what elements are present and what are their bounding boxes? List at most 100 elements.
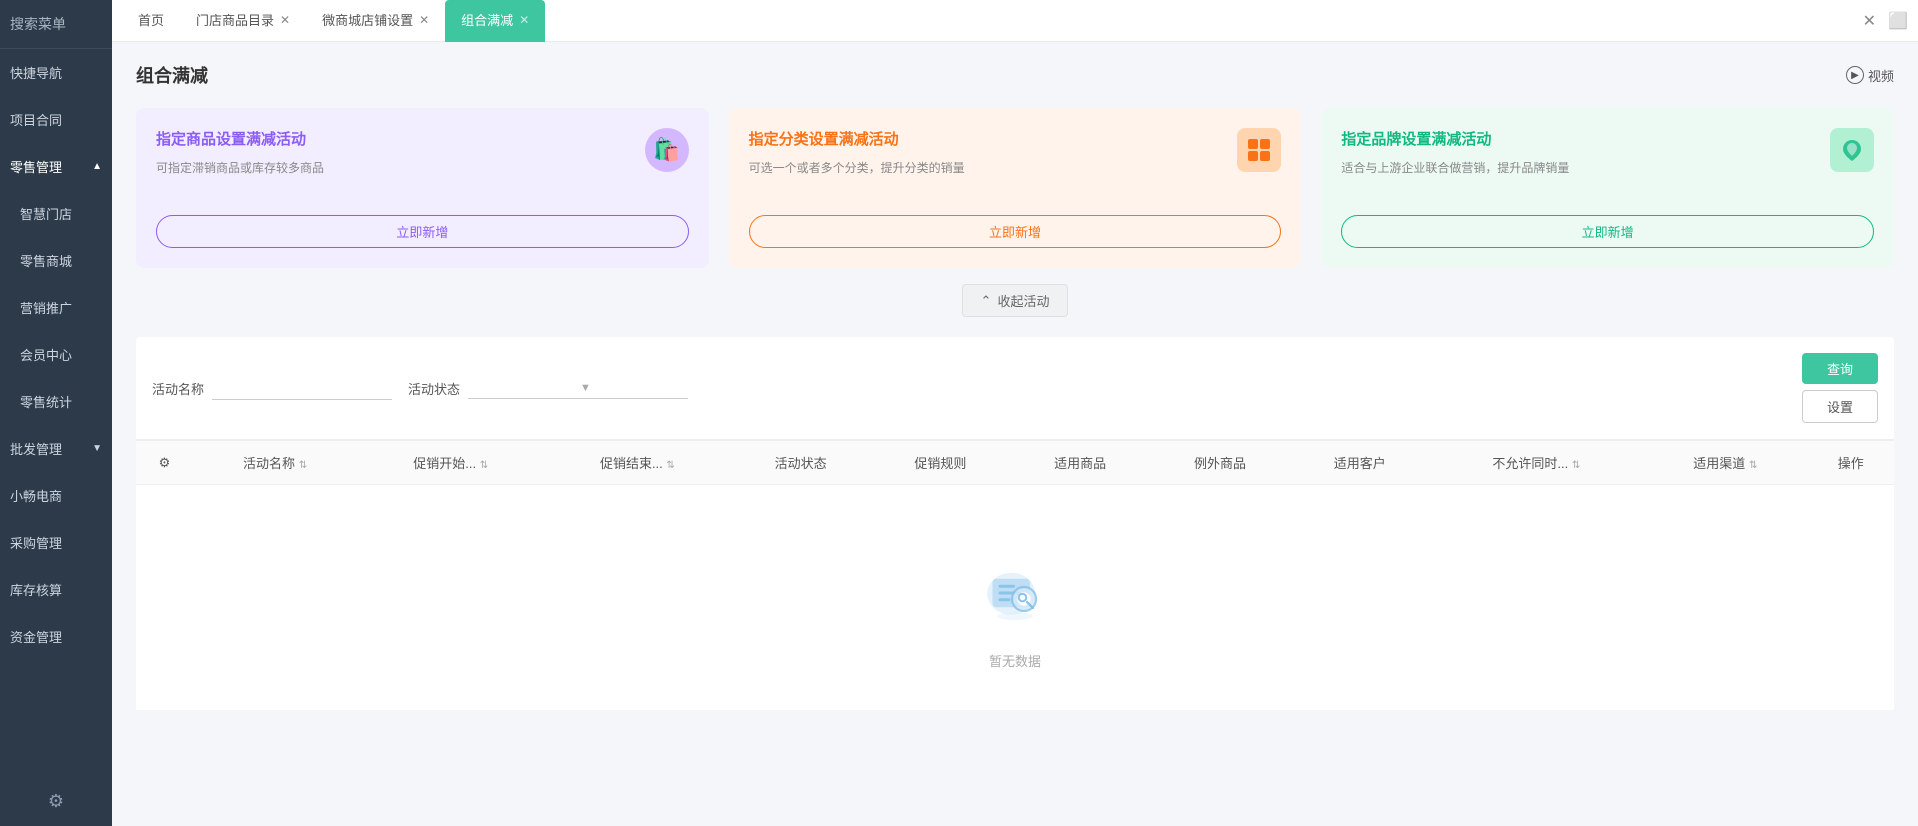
search-bar: 活动名称 活动状态 ▼ 查询 设置 bbox=[136, 337, 1894, 440]
gear-icon: ⚙ bbox=[159, 455, 171, 470]
sidebar: 搜索菜单 快捷导航 项目合同 零售管理 ▲ 智慧门店 零售商城 营销推广 会员中… bbox=[0, 0, 112, 826]
activity-status-label: 活动状态 bbox=[408, 379, 460, 398]
col-label: 例外商品 bbox=[1194, 456, 1246, 471]
brand-card-add-button[interactable]: 立即新增 bbox=[1341, 215, 1874, 248]
sidebar-item-label: 批发管理 bbox=[10, 439, 62, 458]
gear-icon: ⚙ bbox=[48, 791, 64, 812]
sort-icon: ⇅ bbox=[1749, 460, 1757, 471]
col-no-concurrent[interactable]: 不允许同时... ⇅ bbox=[1430, 441, 1643, 485]
col-label: 适用客户 bbox=[1334, 456, 1386, 471]
col-applicable-goods: 适用商品 bbox=[1010, 441, 1150, 485]
collapse-button[interactable]: ⌃ 收起活动 bbox=[962, 284, 1069, 317]
tab-product-catalog[interactable]: 门店商品目录 ✕ bbox=[180, 0, 306, 42]
tab-label: 首页 bbox=[138, 10, 164, 29]
col-label: 促销结束... bbox=[600, 456, 663, 471]
sidebar-item-caigou[interactable]: 采购管理 bbox=[0, 519, 112, 566]
activity-status-select[interactable]: ▼ bbox=[468, 378, 688, 399]
col-promo-start[interactable]: 促销开始... ⇅ bbox=[357, 441, 544, 485]
tab-combo-discount[interactable]: 组合满减 ✕ bbox=[445, 0, 545, 42]
col-label: 促销开始... bbox=[413, 456, 476, 471]
sidebar-settings[interactable]: ⚙ bbox=[0, 777, 112, 826]
close-icon[interactable]: ✕ bbox=[419, 13, 429, 27]
col-activity-name[interactable]: 活动名称 ⇅ bbox=[193, 441, 357, 485]
query-button[interactable]: 查询 bbox=[1802, 353, 1878, 384]
tab-label: 门店商品目录 bbox=[196, 10, 274, 29]
category-card-icon bbox=[1237, 128, 1281, 172]
settings-button[interactable]: 设置 bbox=[1802, 390, 1878, 423]
tab-label: 微商城店铺设置 bbox=[322, 10, 413, 29]
cards-row: 🛍️ 指定商品设置满减活动 可指定滞销商品或库存较多商品 立即新增 指定分类设置… bbox=[136, 108, 1894, 268]
tab-home[interactable]: 首页 bbox=[122, 0, 180, 42]
sidebar-item-zhihui[interactable]: 智慧门店 bbox=[0, 190, 112, 237]
empty-icon bbox=[970, 545, 1060, 635]
product-card-add-button[interactable]: 立即新增 bbox=[156, 215, 689, 248]
category-card: 指定分类设置满减活动 可选一个或者多个分类，提升分类的销量 立即新增 bbox=[729, 108, 1302, 268]
sidebar-item-label: 库存核算 bbox=[10, 580, 62, 599]
sidebar-item-huiyuan[interactable]: 会员中心 bbox=[0, 331, 112, 378]
table-wrap: ⚙ 活动名称 ⇅ 促销开始... ⇅ 促销结束... ⇅ bbox=[136, 440, 1894, 710]
brand-card: 指定品牌设置满减活动 适合与上游企业联合做营销，提升品牌销量 立即新增 bbox=[1321, 108, 1894, 268]
empty-text: 暂无数据 bbox=[989, 651, 1041, 670]
chevron-up-icon: ▲ bbox=[92, 161, 102, 172]
main-area: 首页 门店商品目录 ✕ 微商城店铺设置 ✕ 组合满减 ✕ ✕ ⬜ 组合满减 ▶ … bbox=[112, 0, 1918, 826]
product-card-desc: 可指定滞销商品或库存较多商品 bbox=[156, 159, 689, 201]
col-activity-status: 活动状态 bbox=[731, 441, 871, 485]
sort-icon: ⇅ bbox=[666, 460, 674, 471]
content-area: 组合满减 ▶ 视频 🛍️ 指定商品设置满减活动 可指定滞销商品或库存较多商品 立… bbox=[112, 42, 1918, 826]
sidebar-item-pifa[interactable]: 批发管理 ▼ bbox=[0, 425, 112, 472]
empty-state: 暂无数据 bbox=[136, 485, 1894, 710]
sidebar-item-label: 营销推广 bbox=[20, 298, 72, 317]
col-label: 活动状态 bbox=[775, 456, 827, 471]
data-table: ⚙ 活动名称 ⇅ 促销开始... ⇅ 促销结束... ⇅ bbox=[136, 440, 1894, 485]
maximize-window-icon[interactable]: ⬜ bbox=[1888, 11, 1908, 31]
tab-label: 组合满减 bbox=[461, 10, 513, 29]
sidebar-item-yingxiao[interactable]: 营销推广 bbox=[0, 284, 112, 331]
sidebar-item-xiaochangec[interactable]: 小畅电商 bbox=[0, 472, 112, 519]
sidebar-item-zijin[interactable]: 资金管理 bbox=[0, 613, 112, 660]
category-card-title: 指定分类设置满减活动 bbox=[749, 128, 1282, 149]
sidebar-item-label: 智慧门店 bbox=[20, 204, 72, 223]
col-applicable-channel[interactable]: 适用渠道 ⇅ bbox=[1643, 441, 1807, 485]
col-label: 操作 bbox=[1838, 456, 1864, 471]
chevron-up-icon: ⌃ bbox=[981, 293, 992, 309]
sidebar-item-label: 会员中心 bbox=[20, 345, 72, 364]
close-window-icon[interactable]: ✕ bbox=[1863, 11, 1876, 31]
activity-name-label: 活动名称 bbox=[152, 379, 204, 398]
brand-card-icon bbox=[1830, 128, 1874, 172]
product-card-title: 指定商品设置满减活动 bbox=[156, 128, 689, 149]
category-card-add-button[interactable]: 立即新增 bbox=[749, 215, 1282, 248]
sidebar-item-label: 资金管理 bbox=[10, 627, 62, 646]
sidebar-item-label: 零售商城 bbox=[20, 251, 72, 270]
sort-icon: ⇅ bbox=[1572, 460, 1580, 471]
sidebar-item-kucun[interactable]: 库存核算 bbox=[0, 566, 112, 613]
col-promo-end[interactable]: 促销结束... ⇅ bbox=[544, 441, 731, 485]
sidebar-item-label: 采购管理 bbox=[10, 533, 62, 552]
sidebar-item-xiangmu[interactable]: 项目合同 bbox=[0, 96, 112, 143]
sidebar-item-lingshou[interactable]: 零售管理 ▲ bbox=[0, 143, 112, 190]
category-card-desc: 可选一个或者多个分类，提升分类的销量 bbox=[749, 159, 1282, 201]
sort-icon: ⇅ bbox=[299, 460, 307, 471]
page-title: 组合满减 bbox=[136, 62, 208, 88]
close-icon[interactable]: ✕ bbox=[280, 13, 290, 27]
sidebar-search[interactable]: 搜索菜单 bbox=[0, 0, 112, 49]
col-operation: 操作 bbox=[1808, 441, 1894, 485]
window-controls: ✕ ⬜ bbox=[1863, 11, 1908, 31]
col-label: 适用渠道 bbox=[1693, 456, 1745, 471]
sidebar-item-label: 零售统计 bbox=[20, 392, 72, 411]
video-link[interactable]: ▶ 视频 bbox=[1846, 66, 1894, 85]
sidebar-item-lingshous[interactable]: 零售商城 bbox=[0, 237, 112, 284]
activity-name-input[interactable] bbox=[212, 376, 392, 400]
tab-wechat-shop[interactable]: 微商城店铺设置 ✕ bbox=[306, 0, 445, 42]
sidebar-item-kuaijie[interactable]: 快捷导航 bbox=[0, 49, 112, 96]
sidebar-item-label: 小畅电商 bbox=[10, 486, 62, 505]
search-buttons: 查询 设置 bbox=[1802, 353, 1878, 423]
col-exception-goods: 例外商品 bbox=[1150, 441, 1290, 485]
chevron-down-icon: ▼ bbox=[580, 382, 684, 394]
brand-card-title: 指定品牌设置满减活动 bbox=[1341, 128, 1874, 149]
col-label: 适用商品 bbox=[1054, 456, 1106, 471]
sidebar-item-tongji[interactable]: 零售统计 bbox=[0, 378, 112, 425]
col-settings[interactable]: ⚙ bbox=[136, 441, 193, 485]
collapse-bar: ⌃ 收起活动 bbox=[136, 284, 1894, 317]
close-icon[interactable]: ✕ bbox=[519, 13, 529, 27]
table-header-row: ⚙ 活动名称 ⇅ 促销开始... ⇅ 促销结束... ⇅ bbox=[136, 441, 1894, 485]
